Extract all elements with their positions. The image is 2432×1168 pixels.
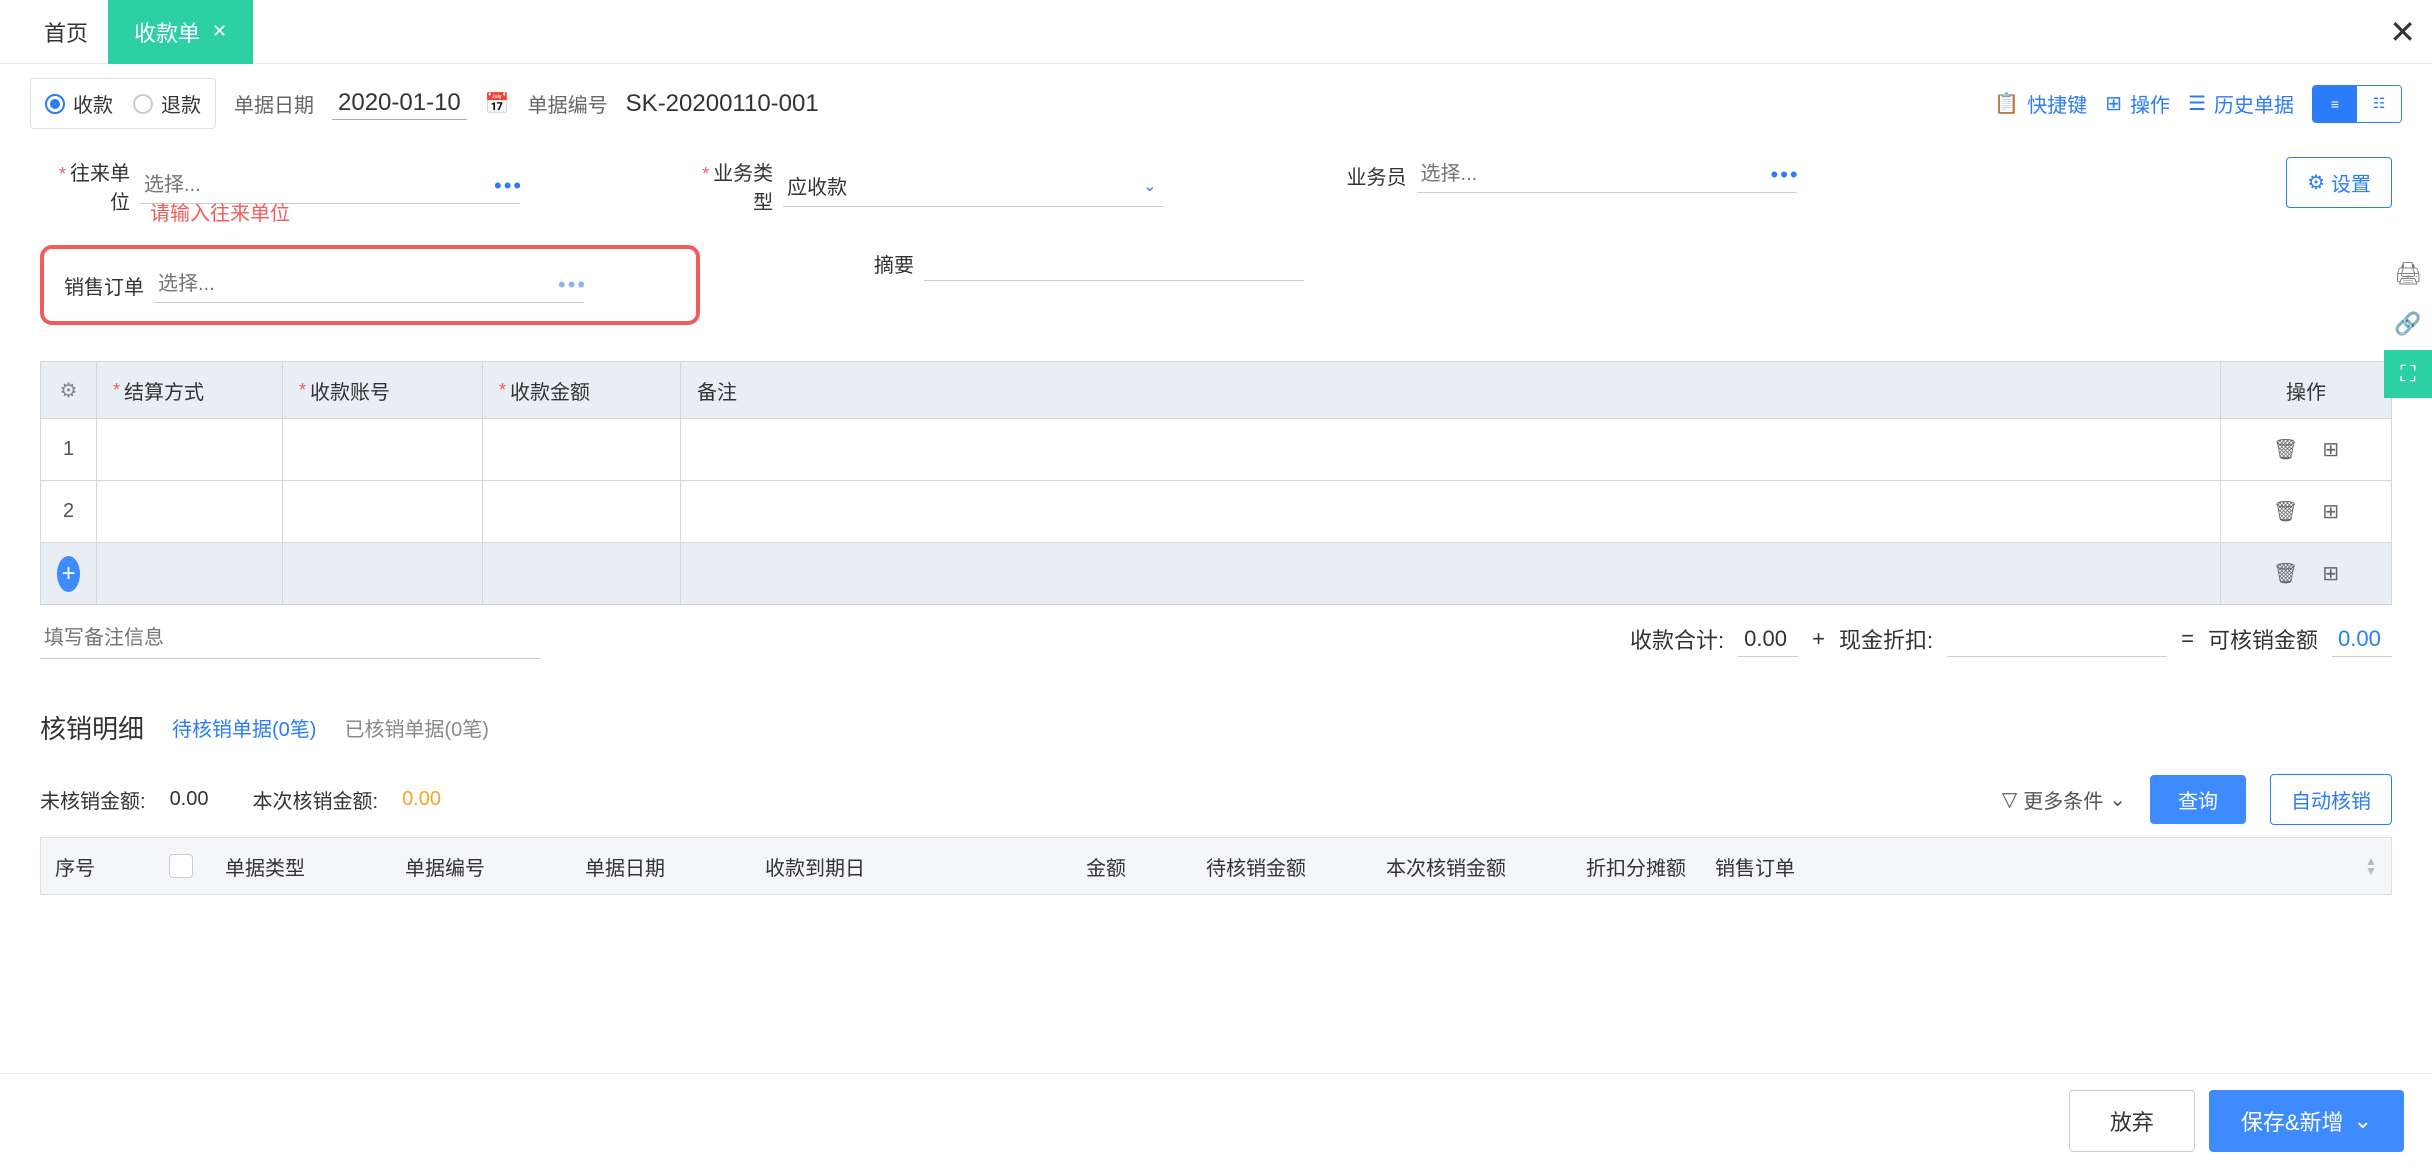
tab-done[interactable]: 已核销单据(0笔) (344, 713, 488, 742)
add-row: + 🗑 ⊞ (41, 542, 2391, 604)
list-icon: ☰ (2188, 91, 2206, 116)
ellipsis-icon[interactable]: ••• (494, 173, 523, 199)
action-button[interactable]: ⊞ 操作 (2105, 89, 2170, 118)
tab-receipt[interactable]: 收款单 ✕ (108, 0, 253, 64)
tab-pending[interactable]: 待核销单据(0笔) (172, 713, 316, 742)
radio-receive-label: 收款 (73, 89, 113, 118)
this-time-value: 0.00 (402, 788, 441, 811)
cash-discount-input[interactable] (1947, 621, 2167, 657)
footer: 放弃 保存&新增 ⌄ (0, 1073, 2432, 1168)
total-value: 0.00 (1738, 622, 1798, 657)
amount-cell[interactable] (483, 419, 681, 480)
salesman-group: 业务员 ••• (1317, 157, 1800, 193)
verification-title-bar: 核销明细 待核销单据(0笔) 已核销单据(0笔) (40, 709, 2392, 746)
biztype-select[interactable]: 应收款 (783, 165, 1163, 207)
view-toggle: ≡ ☷ (2312, 85, 2402, 123)
copy-icon[interactable]: ⊞ (2322, 561, 2339, 586)
remark-cell[interactable] (681, 419, 2221, 480)
more-filter-button[interactable]: ▽ 更多条件 ⌄ (2002, 785, 2126, 814)
summary-group: 摘要 (824, 245, 1304, 281)
summary-line: 收款合计: 0.00 + 现金折扣: = 可核销金额 0.00 (40, 619, 2392, 659)
query-button[interactable]: 查询 (2150, 775, 2246, 824)
table-settings-button[interactable]: ⚙ (41, 362, 97, 418)
method-cell[interactable] (97, 419, 283, 480)
auto-verify-button[interactable]: 自动核销 (2270, 774, 2392, 825)
calendar-icon[interactable]: 📅 (485, 91, 510, 116)
salesman-select[interactable] (1417, 157, 1797, 193)
chevron-down-icon: ⌄ (2354, 1108, 2372, 1134)
clipboard-icon: 📋 (1994, 91, 2019, 116)
copy-icon[interactable]: ⊞ (2322, 437, 2339, 462)
delete-icon[interactable]: 🗑 (2273, 561, 2298, 586)
cancel-button[interactable]: 放弃 (2069, 1090, 2195, 1152)
sales-order-highlight: 销售订单 ••• (40, 245, 700, 325)
payment-table: ⚙ *结算方式 *收款账号 *收款金额 备注 操作 1 🗑 ⊞ 2 🗑 (40, 361, 2392, 605)
docno-value: SK-20200110-001 (626, 90, 819, 118)
gear-icon: ⚙ (2307, 170, 2325, 195)
summary-input[interactable] (924, 245, 1304, 281)
copy-icon[interactable]: ⊞ (2322, 499, 2339, 524)
method-cell[interactable] (97, 481, 283, 542)
sort-button[interactable]: ▲▼ (2351, 838, 2391, 894)
ellipsis-icon[interactable]: ••• (1771, 162, 1800, 188)
save-button[interactable]: 保存&新增 ⌄ (2209, 1090, 2404, 1152)
verification-title: 核销明细 (40, 709, 144, 746)
tab-home[interactable]: 首页 (24, 16, 108, 48)
header-bar: 收款 退款 单据日期 2020-01-10 📅 单据编号 SK-20200110… (0, 64, 2432, 143)
print-icon[interactable]: 🖨 (2384, 250, 2432, 298)
history-button[interactable]: ☰ 历史单据 (2188, 89, 2294, 118)
filter-icon: ▽ (2002, 787, 2017, 812)
biztype-group: *业务类型 应收款 ⌄ (683, 157, 1156, 215)
attach-icon[interactable]: 🔗 (2384, 300, 2432, 348)
type-toggle: 收款 退款 (30, 78, 216, 129)
right-sidebar: 🖨 🔗 ⛶ (2384, 250, 2432, 398)
view-detail-button[interactable]: ☷ (2357, 86, 2401, 122)
date-label: 单据日期 (234, 89, 314, 118)
settings-button[interactable]: ⚙ 设置 (2286, 157, 2392, 208)
radio-refund[interactable]: 退款 (133, 89, 201, 118)
unverified-value: 0.00 (170, 788, 209, 811)
page-close-button[interactable]: ✕ (2389, 13, 2416, 51)
row-seq: 2 (41, 481, 97, 542)
tab-bar: 首页 收款单 ✕ ✕ (0, 0, 2432, 64)
partner-error: 请输入往来单位 (150, 197, 290, 226)
shortcut-button[interactable]: 📋 快捷键 (1994, 89, 2087, 118)
form-area: *往来单位 ••• 请输入往来单位 *业务类型 应收款 ⌄ 业务员 ••• ⚙ … (0, 143, 2432, 351)
row-seq: 1 (41, 419, 97, 480)
chevron-down-icon: ⌄ (2109, 787, 2126, 812)
account-cell[interactable] (283, 419, 483, 480)
delete-icon[interactable]: 🗑 (2273, 437, 2298, 462)
sales-order-select[interactable] (154, 267, 584, 303)
expand-icon[interactable]: ⛶ (2384, 350, 2432, 398)
table-row: 1 🗑 ⊞ (41, 418, 2391, 480)
ellipsis-icon[interactable]: ••• (558, 272, 587, 298)
account-cell[interactable] (283, 481, 483, 542)
amount-cell[interactable] (483, 481, 681, 542)
partner-group: *往来单位 ••• 请输入往来单位 (40, 157, 523, 215)
select-all-checkbox[interactable] (169, 854, 193, 878)
tab-receipt-label: 收款单 (134, 16, 200, 48)
close-icon[interactable]: ✕ (212, 21, 227, 42)
remark-cell[interactable] (681, 481, 2221, 542)
radio-receive[interactable]: 收款 (45, 89, 113, 118)
table-row: 2 🗑 ⊞ (41, 480, 2391, 542)
verification-bar: 未核销金额: 0.00 本次核销金额: 0.00 ▽ 更多条件 ⌄ 查询 自动核… (40, 774, 2392, 825)
add-row-button[interactable]: + (57, 556, 80, 592)
date-input[interactable]: 2020-01-10 (332, 87, 467, 120)
verification-table: 序号 单据类型 单据编号 单据日期 收款到期日 金额 待核销金额 本次核销金额 … (40, 837, 2392, 895)
grid-icon: ⊞ (2105, 91, 2122, 116)
chevron-down-icon[interactable]: ⌄ (1143, 176, 1156, 196)
docno-label: 单据编号 (528, 89, 608, 118)
verifiable-value: 0.00 (2332, 622, 2392, 657)
view-compact-button[interactable]: ≡ (2313, 86, 2357, 122)
remarks-input[interactable] (40, 619, 540, 659)
delete-icon[interactable]: 🗑 (2273, 499, 2298, 524)
radio-refund-label: 退款 (161, 89, 201, 118)
